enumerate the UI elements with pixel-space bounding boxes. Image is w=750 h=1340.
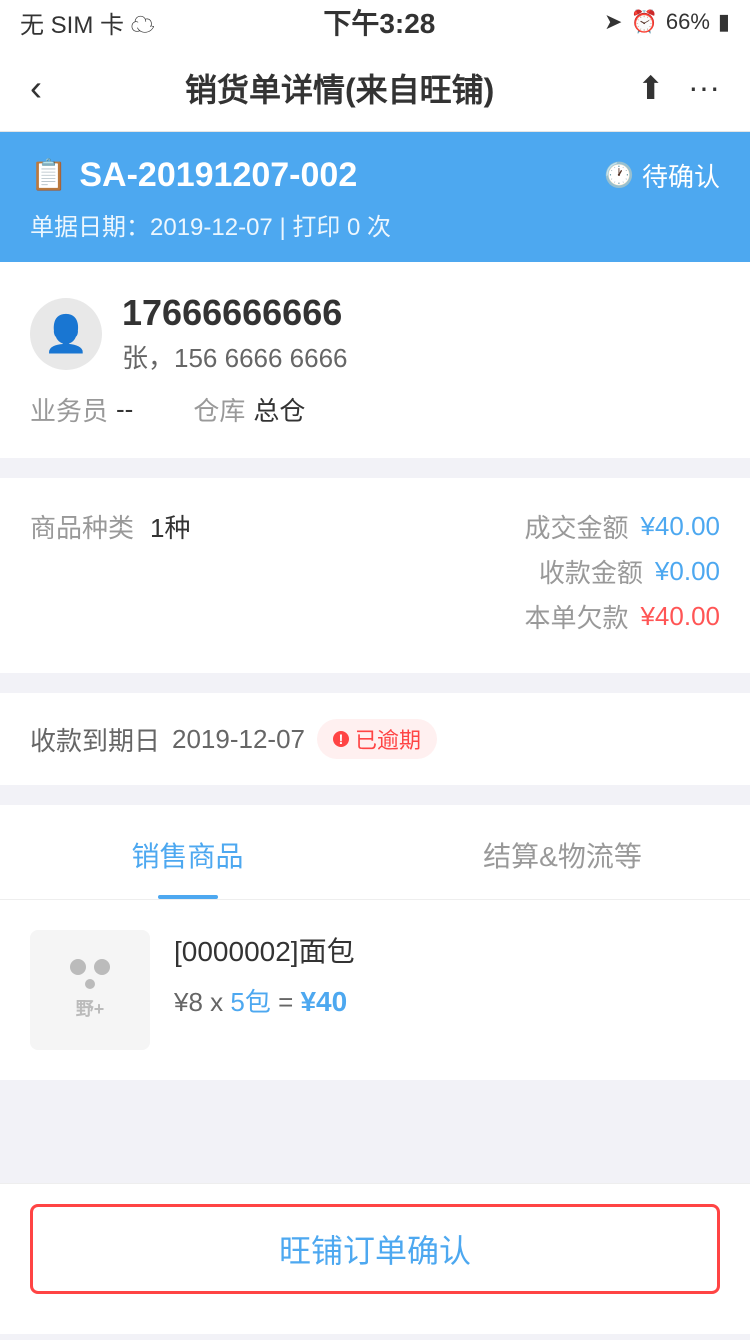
customer-section: 👤 17666666666 张，156 6666 6666 业务员 -- 仓库 … xyxy=(0,262,750,458)
status-bar-left: 无 SIM 卡 ☁ xyxy=(20,5,155,40)
receipt-amount-value: ¥0.00 xyxy=(655,556,720,587)
alarm-icon: ⏰ xyxy=(630,9,657,35)
overdue-text: 已逾期 xyxy=(355,723,421,755)
thumb-label: 野+ xyxy=(76,995,105,1021)
product-item: 野+ [0000002]面包 ¥8 x 5包 = ¥40 xyxy=(30,930,720,1050)
confirm-order-button[interactable]: 旺铺订单确认 xyxy=(30,1204,720,1294)
status-bar-time: 下午3:28 xyxy=(323,2,435,42)
location-icon: ➤ xyxy=(604,9,622,35)
warehouse-item: 仓库 总仓 xyxy=(193,391,305,428)
deal-amount-row: 成交金额 ¥40.00 xyxy=(524,508,720,545)
nav-actions: ⬆ ··· xyxy=(637,69,720,107)
back-button[interactable]: ‹ xyxy=(30,67,42,109)
equals-sign: = xyxy=(271,987,301,1017)
product-type-value: 1种 xyxy=(150,508,190,545)
due-date-value: 2019-12-07 xyxy=(172,724,305,755)
avatar-icon: 👤 xyxy=(44,313,89,355)
receipt-amount-row: 收款金额 ¥0.00 xyxy=(524,553,720,590)
stats-section: 商品种类 1种 成交金额 ¥40.00 收款金额 ¥0.00 本单欠款 ¥40.… xyxy=(0,478,750,673)
product-thumbnail: 野+ xyxy=(30,930,150,1050)
debt-row: 本单欠款 ¥40.00 xyxy=(524,598,720,635)
customer-info: 17666666666 张，156 6666 6666 xyxy=(122,292,348,375)
thumb-inner: 野+ xyxy=(70,959,110,1021)
salesperson-value: -- xyxy=(116,394,133,425)
thumb-nose xyxy=(85,979,95,989)
customer-avatar: 👤 xyxy=(30,298,102,370)
debt-value: ¥40.00 xyxy=(640,601,720,632)
amount-info: 成交金额 ¥40.00 收款金额 ¥0.00 本单欠款 ¥40.00 xyxy=(524,508,720,643)
warehouse-label: 仓库 xyxy=(193,391,245,428)
order-icon: 📋 xyxy=(30,158,67,193)
thumb-eyes xyxy=(70,959,110,975)
product-quantity: 5包 xyxy=(230,987,270,1017)
order-id: 📋 SA-20191207-002 xyxy=(30,156,357,195)
product-section: 野+ [0000002]面包 ¥8 x 5包 = ¥40 xyxy=(0,900,750,1080)
deal-amount-value: ¥40.00 xyxy=(640,511,720,542)
clock-icon: 🕐 xyxy=(604,161,634,190)
battery-status: 66% xyxy=(666,9,710,35)
thumb-eye-left xyxy=(70,959,86,975)
order-status: 🕐 待确认 xyxy=(604,157,720,194)
status-bar: 无 SIM 卡 ☁ 下午3:28 ➤ ⏰ 66% ▮ xyxy=(0,0,750,44)
customer-row: 👤 17666666666 张，156 6666 6666 xyxy=(30,292,720,375)
product-type-label: 商品种类 xyxy=(30,508,134,545)
order-status-text: 待确认 xyxy=(642,157,720,194)
date-label: 单据日期： xyxy=(30,214,150,241)
due-date-section: 收款到期日 2019-12-07 ! 已逾期 xyxy=(0,693,750,785)
salesperson-item: 业务员 -- xyxy=(30,391,133,428)
customer-meta: 业务员 -- 仓库 总仓 xyxy=(30,391,720,428)
tabs-row: 销售商品 结算&物流等 xyxy=(0,805,750,900)
tab-settlement[interactable]: 结算&物流等 xyxy=(375,805,750,899)
product-price-row: ¥8 x 5包 = ¥40 xyxy=(174,982,720,1019)
deal-amount-label: 成交金额 xyxy=(524,508,628,545)
order-date-row: 单据日期：2019-12-07 | 打印 0 次 xyxy=(30,207,720,242)
tab-sales-products-label: 销售商品 xyxy=(131,841,243,872)
product-type-info: 商品种类 1种 xyxy=(30,508,190,545)
tabs-section: 销售商品 结算&物流等 xyxy=(0,805,750,900)
receipt-amount-label: 收款金额 xyxy=(539,553,643,590)
status-bar-right: ➤ ⏰ 66% ▮ xyxy=(604,9,730,35)
debt-label: 本单欠款 xyxy=(524,598,628,635)
overdue-badge: ! 已逾期 xyxy=(317,719,437,759)
battery-icon: ▮ xyxy=(718,9,730,35)
thumb-eye-right xyxy=(94,959,110,975)
share-button[interactable]: ⬆ xyxy=(637,69,664,107)
bottom-button-bar: 旺铺订单确认 xyxy=(0,1183,750,1334)
print-info: | 打印 0 次 xyxy=(279,214,391,241)
header-top-row: 📋 SA-20191207-002 🕐 待确认 xyxy=(30,156,720,195)
product-info: [0000002]面包 ¥8 x 5包 = ¥40 xyxy=(174,930,720,1019)
salesperson-label: 业务员 xyxy=(30,391,108,428)
more-button[interactable]: ··· xyxy=(688,69,720,106)
product-unit-price: ¥8 x xyxy=(174,987,230,1017)
customer-name: 张，156 6666 6666 xyxy=(122,338,348,375)
tab-settlement-label: 结算&物流等 xyxy=(483,841,642,872)
tab-sales-products[interactable]: 销售商品 xyxy=(0,805,375,899)
date-value: 2019-12-07 xyxy=(150,214,273,241)
order-id-value: SA-20191207-002 xyxy=(79,156,357,195)
page-title: 销货单详情(来自旺铺) xyxy=(185,65,494,111)
sim-status: 无 SIM 卡 ☁ xyxy=(20,5,155,40)
customer-phone: 17666666666 xyxy=(122,292,348,334)
due-date-label: 收款到期日 xyxy=(30,721,160,758)
order-header-banner: 📋 SA-20191207-002 🕐 待确认 单据日期：2019-12-07 … xyxy=(0,132,750,262)
nav-bar: ‹ 销货单详情(来自旺铺) ⬆ ··· xyxy=(0,44,750,132)
warehouse-value: 总仓 xyxy=(253,391,305,428)
product-total: ¥40 xyxy=(300,986,347,1017)
product-name: [0000002]面包 xyxy=(174,930,720,970)
overdue-icon: ! xyxy=(333,731,349,747)
